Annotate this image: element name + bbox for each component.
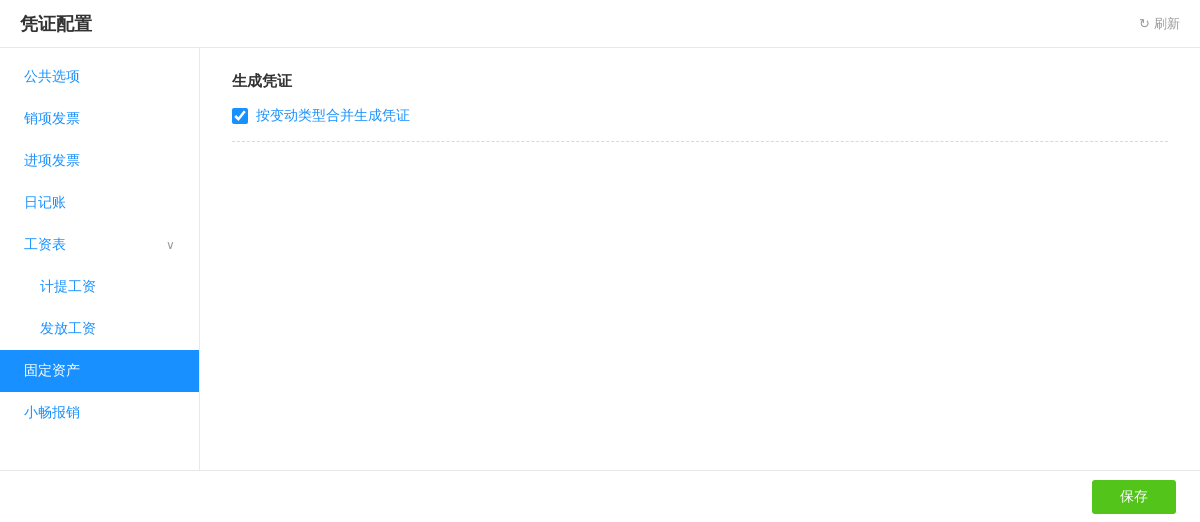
sidebar-item-petty-expense[interactable]: 小畅报销 (0, 392, 199, 434)
chevron-down-icon: ∨ (166, 238, 175, 252)
sidebar-item-sales-invoice[interactable]: 销项发票 (0, 98, 199, 140)
sidebar-item-label-fixed-assets: 固定资产 (24, 362, 80, 380)
sidebar-item-label-payroll-table: 工资表 (24, 236, 66, 254)
save-button[interactable]: 保存 (1092, 480, 1176, 514)
sidebar-item-label-distribute-salary: 发放工资 (40, 320, 96, 338)
refresh-label: 刷新 (1154, 15, 1180, 33)
sidebar-item-label-sales-invoice: 销项发票 (24, 110, 80, 128)
sidebar: 公共选项销项发票进项发票日记账工资表 ∨ 计提工资发放工资固定资产小畅报销 (0, 48, 200, 470)
sidebar-item-journal[interactable]: 日记账 (0, 182, 199, 224)
sidebar-item-calculate-salary[interactable]: 计提工资 (0, 266, 199, 308)
sidebar-item-label-petty-expense: 小畅报销 (24, 404, 80, 422)
refresh-button[interactable]: ↻ 刷新 (1139, 15, 1180, 33)
page-title: 凭证配置 (20, 12, 92, 36)
page-body: 公共选项销项发票进项发票日记账工资表 ∨ 计提工资发放工资固定资产小畅报销 生成凭证… (0, 48, 1200, 470)
refresh-icon: ↻ (1139, 16, 1150, 31)
sidebar-item-public-options[interactable]: 公共选项 (0, 56, 199, 98)
sidebar-item-label-public-options: 公共选项 (24, 68, 80, 86)
page-wrapper: 凭证配置 ↻ 刷新 公共选项销项发票进项发票日记账工资表 ∨ 计提工资发放工资固定资… (0, 0, 1200, 522)
page-footer: 保存 (0, 470, 1200, 522)
checkbox-row: 按变动类型合并生成凭证 (232, 107, 1168, 125)
sidebar-item-label-calculate-salary: 计提工资 (40, 278, 96, 296)
sidebar-item-label-purchase-invoice: 进项发票 (24, 152, 80, 170)
sidebar-item-payroll-table[interactable]: 工资表 ∨ (0, 224, 199, 266)
sidebar-item-fixed-assets[interactable]: 固定资产 (0, 350, 199, 392)
merge-checkbox-label[interactable]: 按变动类型合并生成凭证 (256, 107, 410, 125)
merge-checkbox[interactable] (232, 108, 248, 124)
section-divider (232, 141, 1168, 142)
section-title: 生成凭证 (232, 72, 1168, 91)
page-header: 凭证配置 ↻ 刷新 (0, 0, 1200, 48)
main-content: 生成凭证 按变动类型合并生成凭证 (200, 48, 1200, 470)
sidebar-item-distribute-salary[interactable]: 发放工资 (0, 308, 199, 350)
sidebar-item-purchase-invoice[interactable]: 进项发票 (0, 140, 199, 182)
sidebar-item-label-journal: 日记账 (24, 194, 66, 212)
